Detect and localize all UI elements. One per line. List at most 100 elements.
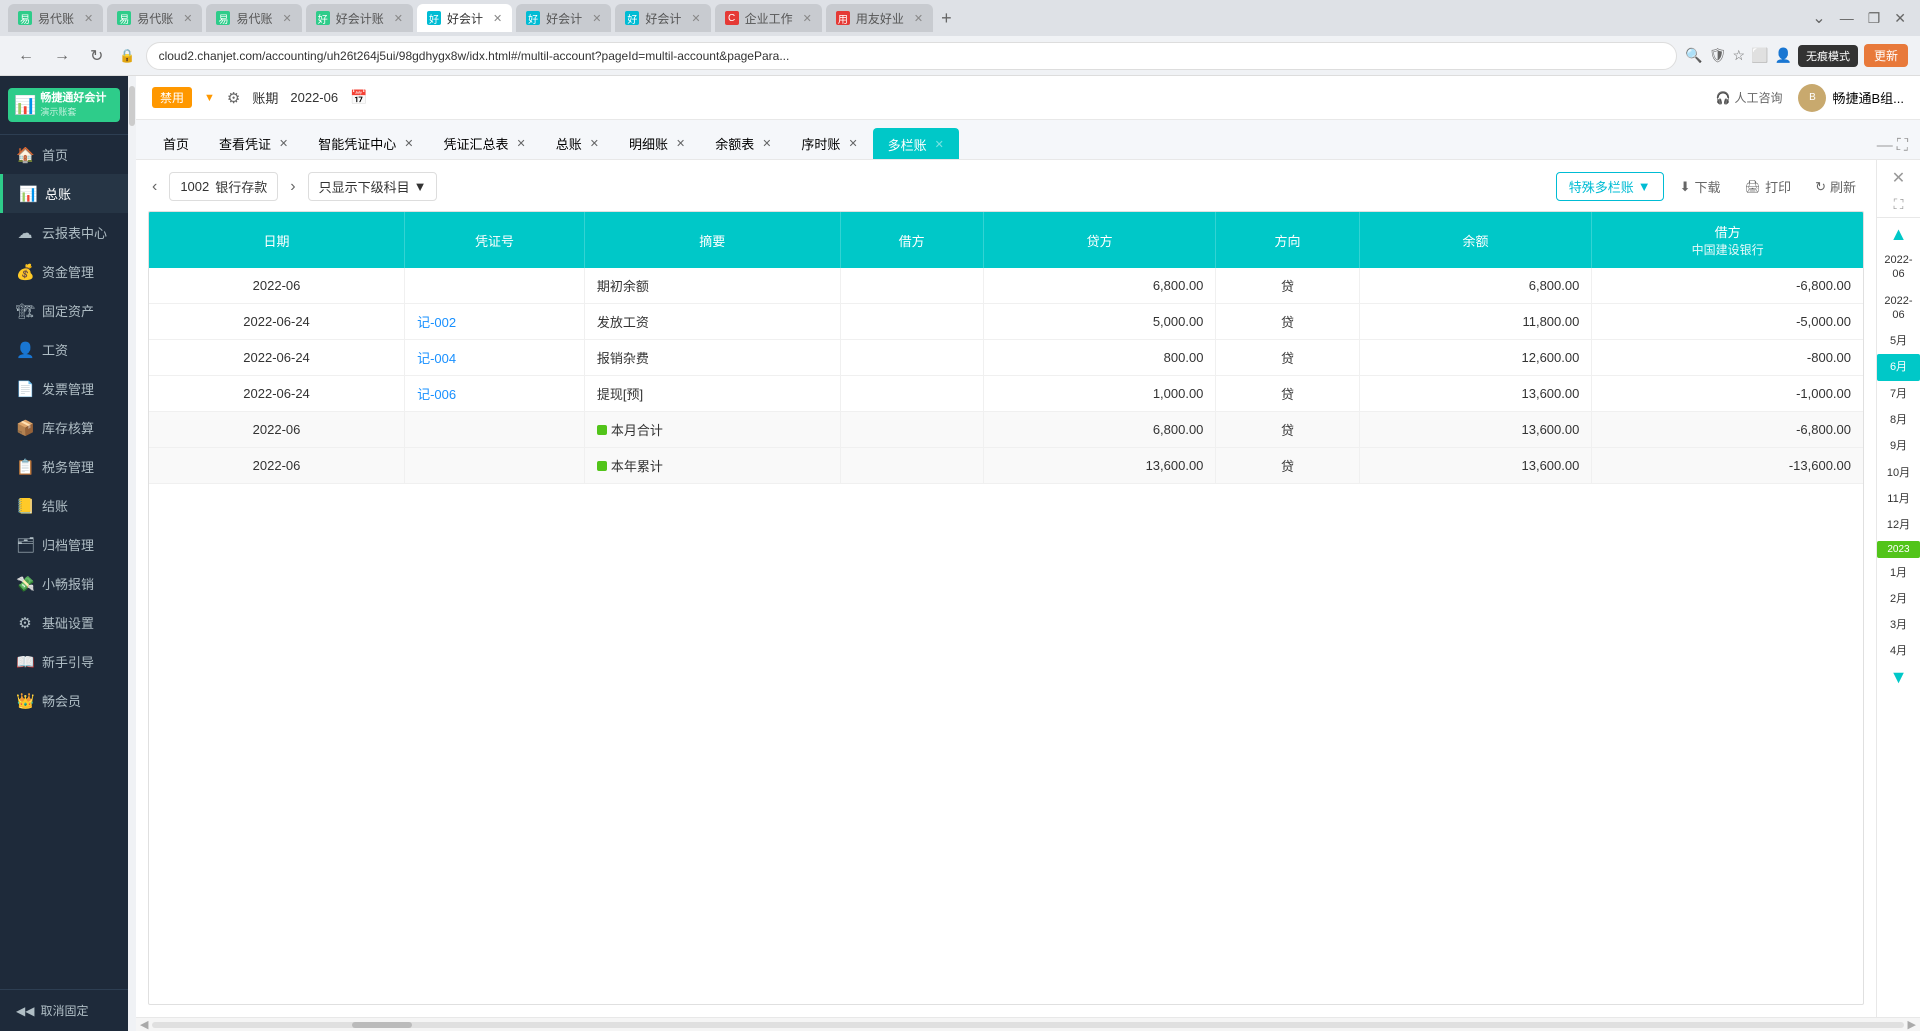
timeline-item-12[interactable]: 12月 bbox=[1877, 512, 1920, 538]
tab-close-2[interactable]: ✕ bbox=[183, 12, 192, 25]
cell-voucher-3[interactable]: 记-006 bbox=[405, 376, 585, 412]
tab-voucher-summary[interactable]: 凭证汇总表 ✕ bbox=[428, 127, 540, 159]
timeline-item-11[interactable]: 11月 bbox=[1877, 486, 1920, 512]
shield-btn[interactable]: 🛡 bbox=[1709, 47, 1727, 64]
tab-close-3[interactable]: ✕ bbox=[282, 12, 291, 25]
tab-close-7[interactable]: ✕ bbox=[691, 12, 700, 25]
sidebar-item-tax[interactable]: 📋 税务管理 bbox=[0, 447, 128, 486]
new-tab-button[interactable]: + bbox=[937, 8, 956, 29]
period-calendar-icon[interactable]: 📅 bbox=[350, 89, 367, 106]
browser-tab-7[interactable]: 好 好会计 ✕ bbox=[615, 4, 710, 32]
filter-dropdown[interactable]: 只显示下级科目 ▼ bbox=[308, 172, 438, 201]
prev-account-button[interactable]: ‹ bbox=[148, 176, 161, 198]
timeline-item-7[interactable]: 7月 bbox=[1877, 381, 1920, 407]
sidebar-item-ledger[interactable]: 📊 总账 bbox=[0, 174, 128, 213]
sidebar-item-home[interactable]: 🏠 首页 bbox=[0, 135, 128, 174]
sidebar-item-salary[interactable]: 👤 工资 bbox=[0, 330, 128, 369]
tab-voucher-view[interactable]: 查看凭证 ✕ bbox=[204, 127, 303, 159]
browser-tab-1[interactable]: 易 易代账 ✕ bbox=[8, 4, 103, 32]
app-settings-icon[interactable]: ⚙ bbox=[227, 89, 240, 107]
sidebar-scrollbar[interactable] bbox=[128, 76, 136, 1031]
tab-close-8[interactable]: ✕ bbox=[803, 12, 812, 25]
multi-col-button[interactable]: 特殊多栏账 ▼ bbox=[1556, 172, 1664, 201]
tab-balance[interactable]: 余额表 ✕ bbox=[700, 127, 786, 159]
sidebar-item-member[interactable]: 👑 畅会员 bbox=[0, 681, 128, 720]
consult-button[interactable]: 🎧 人工咨询 bbox=[1716, 89, 1783, 106]
download-button[interactable]: ⬇ 下载 bbox=[1672, 173, 1729, 200]
tab-minimize-icon[interactable]: — bbox=[1877, 137, 1893, 155]
tab-home[interactable]: 首页 bbox=[148, 127, 204, 159]
sidebar-item-guide[interactable]: 📖 新手引导 bbox=[0, 642, 128, 681]
tab-general-ledger[interactable]: 总账 ✕ bbox=[541, 127, 614, 159]
tab-smart-voucher[interactable]: 智能凭证中心 ✕ bbox=[303, 127, 428, 159]
tab-list-btn[interactable]: ⌄ bbox=[1806, 8, 1831, 28]
tab-close-5[interactable]: ✕ bbox=[493, 12, 502, 25]
browser-tab-8[interactable]: C 企业工作 ✕ bbox=[715, 4, 822, 32]
sidebar-item-cloud-report[interactable]: ☁ 云报表中心 bbox=[0, 213, 128, 252]
account-badge-arrow[interactable]: ▼ bbox=[204, 92, 215, 104]
stealth-button[interactable]: 无痕模式 bbox=[1798, 45, 1858, 67]
next-account-button[interactable]: › bbox=[286, 176, 299, 198]
address-input[interactable] bbox=[146, 42, 1678, 70]
tab-multi-col[interactable]: 多栏账 ✕ bbox=[873, 128, 959, 160]
browser-tab-4[interactable]: 好 好会计账 ✕ bbox=[306, 4, 413, 32]
user-info[interactable]: B 畅捷通B组... bbox=[1798, 84, 1904, 112]
browser-tab-6[interactable]: 好 好会计 ✕ bbox=[516, 4, 611, 32]
timeline-expand-button[interactable]: ⛶ bbox=[1890, 192, 1908, 217]
tab-close-sequence[interactable]: ✕ bbox=[848, 137, 857, 150]
timeline-close-button[interactable]: ✕ bbox=[1888, 164, 1909, 192]
tab-close-general[interactable]: ✕ bbox=[590, 137, 599, 150]
refresh-button[interactable]: ↻ 刷新 bbox=[1807, 173, 1864, 200]
browser-tab-9[interactable]: 用 用友好业 ✕ bbox=[826, 4, 933, 32]
tab-sequence[interactable]: 序时账 ✕ bbox=[786, 127, 872, 159]
timeline-up-button[interactable]: ▲ bbox=[1888, 222, 1910, 247]
sidebar-item-invoice[interactable]: 📄 发票管理 bbox=[0, 369, 128, 408]
star-btn[interactable]: ☆ bbox=[1733, 47, 1746, 64]
tab-close-balance[interactable]: ✕ bbox=[762, 137, 771, 150]
timeline-item-10[interactable]: 10月 bbox=[1877, 460, 1920, 486]
extensions-btn[interactable]: ⬜ bbox=[1751, 47, 1768, 64]
tab-close-detailed[interactable]: ✕ bbox=[676, 137, 685, 150]
unpin-button[interactable]: ◀◀ 取消固定 bbox=[0, 989, 128, 1031]
scroll-left-btn[interactable]: ◀ bbox=[140, 1018, 148, 1031]
tab-close-voucher[interactable]: ✕ bbox=[279, 137, 288, 150]
timeline-item-2022-06-1[interactable]: 2022-06 bbox=[1877, 247, 1920, 288]
cell-voucher-2[interactable]: 记-004 bbox=[405, 340, 585, 376]
timeline-down-button[interactable]: ▼ bbox=[1888, 665, 1910, 690]
sidebar-item-settings[interactable]: ⚙ 基础设置 bbox=[0, 603, 128, 642]
bottom-scrollbar[interactable]: ◀ ▶ bbox=[136, 1017, 1920, 1031]
search-btn[interactable]: 🔍 bbox=[1685, 47, 1702, 64]
timeline-item-5[interactable]: 5月 bbox=[1877, 328, 1920, 354]
timeline-item-8[interactable]: 8月 bbox=[1877, 407, 1920, 433]
tab-fullscreen-icon[interactable]: ⛶ bbox=[1897, 137, 1908, 155]
update-button[interactable]: 更新 bbox=[1864, 44, 1908, 67]
tab-close-1[interactable]: ✕ bbox=[84, 12, 93, 25]
timeline-item-9[interactable]: 9月 bbox=[1877, 433, 1920, 459]
browser-tab-2[interactable]: 易 易代账 ✕ bbox=[107, 4, 202, 32]
sidebar-item-close[interactable]: 📒 结账 bbox=[0, 486, 128, 525]
timeline-item-2023-3[interactable]: 3月 bbox=[1877, 612, 1920, 638]
timeline-item-6[interactable]: 6月 bbox=[1877, 354, 1920, 380]
tab-close-4[interactable]: ✕ bbox=[394, 12, 403, 25]
sidebar-item-inventory[interactable]: 📦 库存核算 bbox=[0, 408, 128, 447]
sidebar-item-expense[interactable]: 💸 小畅报销 bbox=[0, 564, 128, 603]
browser-tab-3[interactable]: 易 易代账 ✕ bbox=[206, 4, 301, 32]
back-button[interactable]: ← bbox=[12, 45, 40, 67]
tab-close-6[interactable]: ✕ bbox=[592, 12, 601, 25]
print-button[interactable]: 🖨 打印 bbox=[1737, 173, 1800, 200]
sidebar-item-archive[interactable]: 🗂 归档管理 bbox=[0, 525, 128, 564]
profile-btn[interactable]: 👤 bbox=[1775, 47, 1792, 64]
maximize-btn[interactable]: ❐ bbox=[1862, 10, 1887, 27]
browser-tab-5[interactable]: 好 好会计 ✕ bbox=[417, 4, 512, 32]
tab-close-summary[interactable]: ✕ bbox=[517, 137, 526, 150]
tab-close-smart[interactable]: ✕ bbox=[404, 137, 413, 150]
timeline-item-2023-1[interactable]: 1月 bbox=[1877, 560, 1920, 586]
sidebar-item-fund[interactable]: 💰 资金管理 bbox=[0, 252, 128, 291]
timeline-item-2023-2[interactable]: 2月 bbox=[1877, 586, 1920, 612]
close-btn[interactable]: ✕ bbox=[1888, 10, 1912, 27]
forward-button[interactable]: → bbox=[48, 45, 76, 67]
account-selector[interactable]: 1002 银行存款 bbox=[169, 172, 278, 201]
timeline-item-2023-4[interactable]: 4月 bbox=[1877, 638, 1920, 664]
tab-close-9[interactable]: ✕ bbox=[914, 12, 923, 25]
tab-detailed-ledger[interactable]: 明细账 ✕ bbox=[614, 127, 700, 159]
